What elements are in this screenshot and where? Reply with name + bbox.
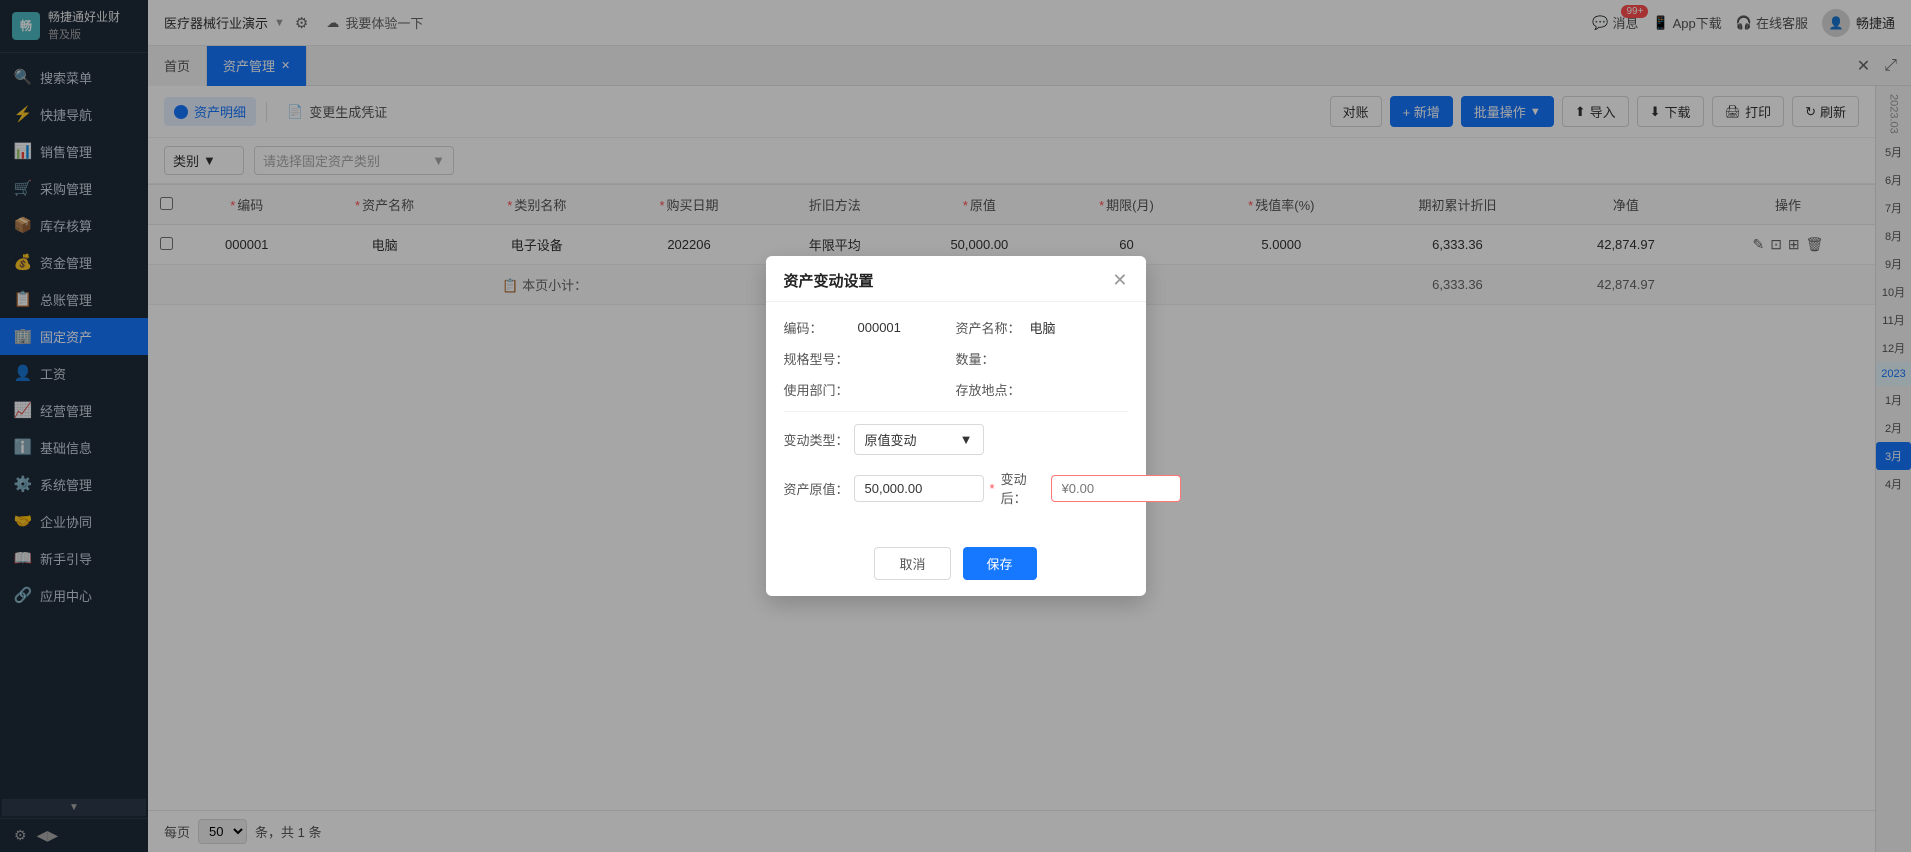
modal-location-label: 存放地点：: [956, 380, 1026, 399]
modal-code-value: 000001: [858, 320, 901, 335]
modal-change-type-row: 变动类型： 原值变动 ▼: [784, 424, 1128, 455]
change-type-dropdown-icon: ▼: [960, 432, 973, 447]
modal-dept-label: 使用部门：: [784, 380, 854, 399]
modal-overlay: 资产变动设置 ✕ 编码： 000001 资产名称： 电脑 规格型号：: [0, 0, 1911, 852]
modal-original-value-row: 资产原值： * 变动后：: [784, 469, 1128, 507]
modal-name-value: 电脑: [1030, 318, 1056, 337]
required-star: *: [990, 481, 995, 496]
modal-change-type-label: 变动类型：: [784, 430, 854, 449]
modal-divider: [784, 411, 1128, 412]
modal-quantity-label: 数量：: [956, 349, 1026, 368]
modal-footer: 取消 保存: [766, 537, 1146, 596]
cancel-button[interactable]: 取消: [874, 547, 950, 580]
save-button[interactable]: 保存: [963, 547, 1037, 580]
modal-after-change-input[interactable]: [1051, 475, 1181, 502]
modal-change-type-select[interactable]: 原值变动 ▼: [854, 424, 984, 455]
modal-code-row: 编码： 000001 资产名称： 电脑: [784, 318, 1128, 337]
modal-title: 资产变动设置: [784, 270, 874, 291]
modal-dept-row: 使用部门： 存放地点：: [784, 380, 1128, 399]
modal-spec-label: 规格型号：: [784, 349, 854, 368]
asset-change-modal: 资产变动设置 ✕ 编码： 000001 资产名称： 电脑 规格型号：: [766, 256, 1146, 596]
modal-code-label: 编码：: [784, 318, 854, 337]
modal-spec-row: 规格型号： 数量：: [784, 349, 1128, 368]
modal-change-type-value: 原值变动: [865, 430, 917, 449]
modal-name-label: 资产名称：: [956, 318, 1026, 337]
modal-original-value-input[interactable]: [854, 475, 984, 502]
modal-original-value-label: 资产原值：: [784, 479, 854, 498]
modal-body: 编码： 000001 资产名称： 电脑 规格型号： 数量：: [766, 302, 1146, 537]
modal-close-btn[interactable]: ✕: [1112, 270, 1127, 291]
modal-after-change-label: 变动后：: [1001, 469, 1051, 507]
modal-header: 资产变动设置 ✕: [766, 256, 1146, 302]
